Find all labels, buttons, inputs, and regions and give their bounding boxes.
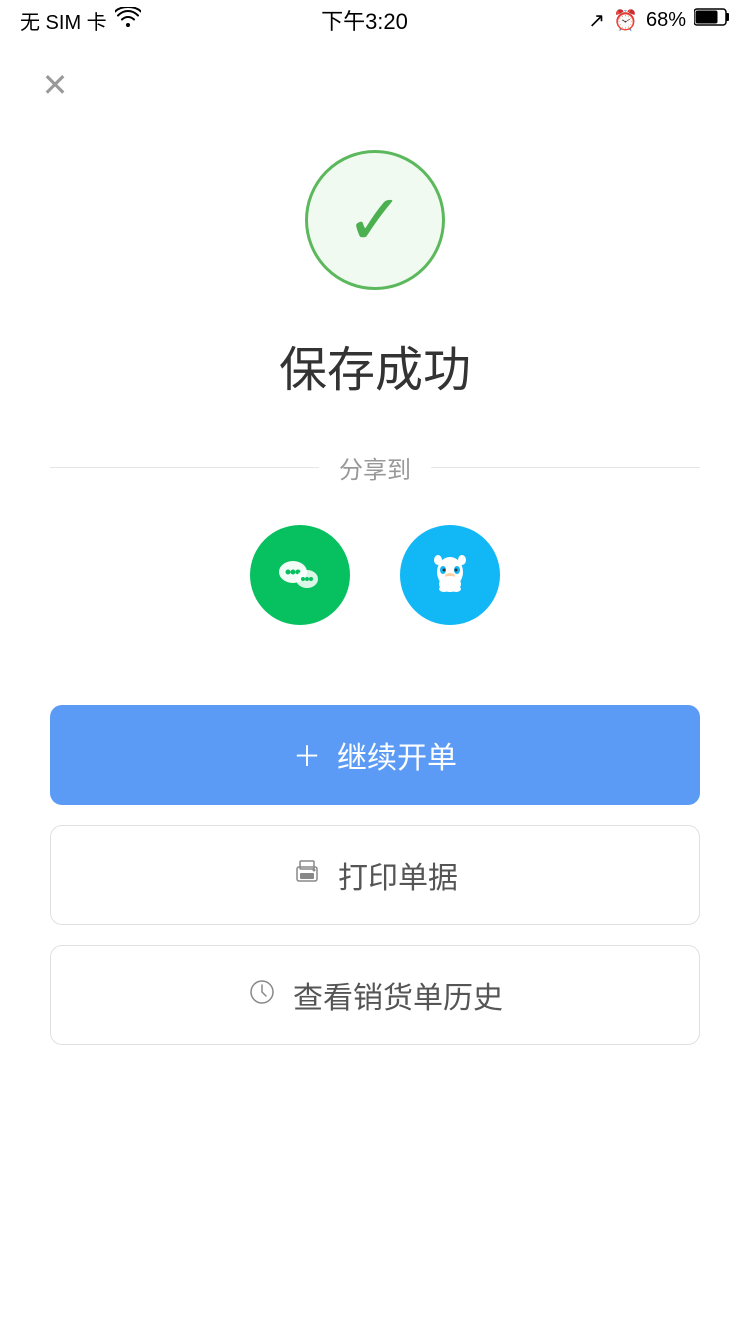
print-button-label: 打印单据 [338,853,458,897]
plus-icon: ＋ [293,735,321,775]
checkmark-icon: ✓ [346,185,405,255]
action-buttons: ＋ 继续开单 打印单据 查看销货单历史 [50,705,700,1045]
share-divider: 分享到 [50,450,700,485]
qq-icon-svg [421,546,479,604]
status-left: 无 SIM 卡 [20,6,141,35]
print-icon [292,857,322,894]
wechat-share-button[interactable] [250,525,350,625]
qq-share-button[interactable] [400,525,500,625]
no-sim-text: 无 SIM 卡 [20,6,107,35]
main-content: ✓ 保存成功 分享到 [0,130,750,1334]
close-icon: ✕ [42,69,69,101]
continue-button-label: 继续开单 [337,733,457,777]
status-time: 下午3:20 [321,4,408,36]
status-right: ↗ ⏰ 68% [588,8,730,33]
share-label: 分享到 [339,450,411,485]
continue-button[interactable]: ＋ 继续开单 [50,705,700,805]
location-icon: ↗ [588,8,605,33]
status-bar: 无 SIM 卡 下午3:20 ↗ ⏰ 68% [0,0,750,40]
wechat-icon-svg [271,546,329,604]
close-button[interactable]: ✕ [30,60,80,110]
history-icon [247,977,277,1014]
battery-icon [694,8,730,32]
success-title: 保存成功 [279,330,471,400]
history-button[interactable]: 查看销货单历史 [50,945,700,1045]
divider-line-left [50,467,319,468]
share-icons-container [250,525,500,625]
success-circle: ✓ [305,150,445,290]
battery-percent: 68% [646,9,686,32]
close-button-container: ✕ [0,40,750,130]
alarm-icon: ⏰ [613,8,638,33]
print-button[interactable]: 打印单据 [50,825,700,925]
wifi-icon [115,7,141,33]
divider-line-right [431,467,700,468]
history-button-label: 查看销货单历史 [293,973,503,1017]
